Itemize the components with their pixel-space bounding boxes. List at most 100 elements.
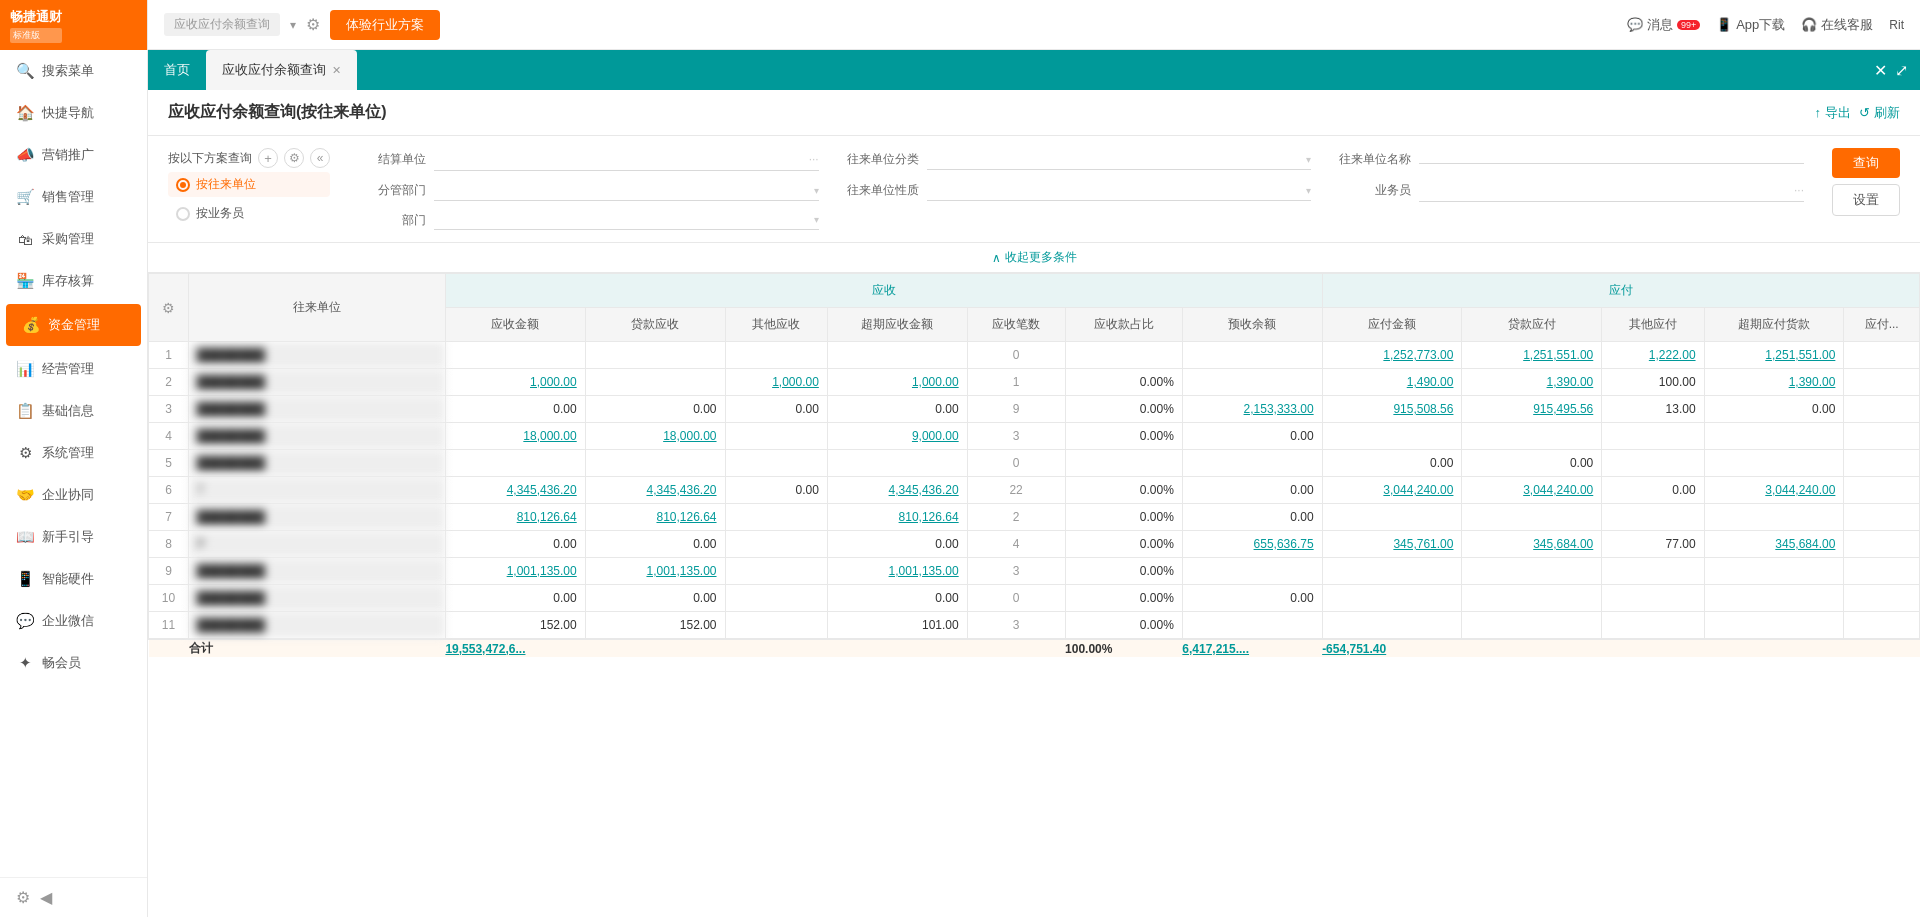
add-scheme-button[interactable]: + [258,148,278,168]
settings-button[interactable]: 设置 [1832,184,1900,216]
sidebar-settings-icon[interactable]: ⚙ [16,888,30,907]
sidebar-item-label: 智能硬件 [42,570,94,588]
topbar-user[interactable]: Rit [1889,18,1904,32]
industry-solution-button[interactable]: 体验行业方案 [330,10,440,40]
sidebar-item-search-menu[interactable]: 🔍 搜索菜单 [0,50,147,92]
dept-input[interactable]: ▾ [434,210,819,230]
row-ap_overdue[interactable]: 3,044,240.00 [1704,477,1844,504]
row-ar_loan[interactable]: 18,000.00 [585,423,725,450]
row-ar_amount[interactable]: 1,000.00 [445,369,585,396]
row-ap_overdue[interactable]: 1,390.00 [1704,369,1844,396]
row-ar_other: 0.00 [725,396,827,423]
sidebar-item-beginner[interactable]: 📖 新手引导 [0,516,147,558]
tab-expand-button[interactable]: ⤢ [1895,61,1908,80]
row-ar_amount[interactable]: 18,000.00 [445,423,585,450]
collapse-more-conditions[interactable]: ∧ 收起更多条件 [148,243,1920,273]
topbar-message[interactable]: 💬 消息 99+ [1627,16,1700,34]
sidebar-item-vip[interactable]: ✦ 畅会员 [0,642,147,684]
row-ar_prepay[interactable]: 655,636.75 [1182,531,1322,558]
refresh-button[interactable]: ↺ 刷新 [1859,104,1900,122]
footer-ap-amount[interactable]: -654,751.40 [1322,639,1462,657]
collapse-scheme-button[interactable]: « [310,148,330,168]
row-ar_prepay[interactable]: 2,153,333.00 [1182,396,1322,423]
row-ar_overdue[interactable]: 810,126.64 [827,504,967,531]
row-ar_other: 0.00 [725,477,827,504]
sidebar-item-label: 新手引导 [42,528,94,546]
row-ar_overdue[interactable]: 4,345,436.20 [827,477,967,504]
row-ap_amount[interactable]: 3,044,240.00 [1322,477,1462,504]
row-ap_loan[interactable]: 1,251,551.00 [1462,342,1602,369]
row-ap_loan[interactable]: 1,390.00 [1462,369,1602,396]
sidebar-item-enterprise-wechat[interactable]: 💬 企业微信 [0,600,147,642]
row-ar_prepay [1182,450,1322,477]
row-ap_loan[interactable]: 915,495.56 [1462,396,1602,423]
sales-icon: 🛒 [16,188,34,206]
tab-close-icon[interactable]: ✕ [332,64,341,77]
tab-home[interactable]: 首页 [148,50,206,90]
sidebar-collapse-icon[interactable]: ◀ [40,888,52,907]
row-number: 1 [149,342,189,369]
row-ar_loan[interactable]: 810,126.64 [585,504,725,531]
sidebar-item-basic-info[interactable]: 📋 基础信息 [0,390,147,432]
tab-close-window-button[interactable]: ✕ [1874,61,1887,80]
row-ap_loan[interactable]: 345,684.00 [1462,531,1602,558]
row-ap_amount[interactable]: 1,252,773.00 [1322,342,1462,369]
row-ap_other: 13.00 [1602,396,1704,423]
customer-category-input[interactable]: ▾ [927,150,1312,170]
row-ap_amount[interactable]: 1,490.00 [1322,369,1462,396]
sidebar-item-enterprise-collab[interactable]: 🤝 企业协同 [0,474,147,516]
footer-ar-amount[interactable]: 19,553,472,6... [445,639,585,657]
search-mode-by-salesman[interactable]: 按业务员 [168,201,330,226]
tab-ar-ap-query[interactable]: 应收应付余额查询 ✕ [206,50,357,90]
row-ar_amount[interactable]: 810,126.64 [445,504,585,531]
scheme-settings-button[interactable]: ⚙ [284,148,304,168]
row-ap_loan[interactable]: 3,044,240.00 [1462,477,1602,504]
row-ar_amount[interactable]: 1,001,135.00 [445,558,585,585]
export-button[interactable]: ↑ 导出 [1815,104,1852,122]
customer-nature-input[interactable]: ▾ [927,181,1312,201]
row-ap_amount[interactable]: 915,508.56 [1322,396,1462,423]
row-ar_overdue[interactable]: 9,000.00 [827,423,967,450]
sidebar-item-system[interactable]: ⚙ 系统管理 [0,432,147,474]
topbar-online-service[interactable]: 🎧 在线客服 [1801,16,1873,34]
sidebar-item-marketing[interactable]: 📣 营销推广 [0,134,147,176]
row-ar_count: 2 [967,504,1065,531]
search-field-customer-category: 往来单位分类 ▾ [839,148,1312,171]
dept-manager-input[interactable]: ▾ [434,181,819,201]
topbar: 应收应付余额查询 ▾ ⚙ 体验行业方案 💬 消息 99+ 📱 App下载 🎧 在… [148,0,1920,50]
row-ap_other[interactable]: 1,222.00 [1602,342,1704,369]
sidebar-item-quick-nav[interactable]: 🏠 快捷导航 [0,92,147,134]
footer-ap-loan [1462,639,1602,657]
sidebar-item-inventory[interactable]: 🏪 库存核算 [0,260,147,302]
row-ar_loan[interactable]: 1,001,135.00 [585,558,725,585]
row-ap_overdue[interactable]: 1,251,551.00 [1704,342,1844,369]
row-customer: ████████ [189,450,446,477]
row-ar_overdue[interactable]: 1,000.00 [827,369,967,396]
table-settings-icon[interactable]: ⚙ [162,300,175,316]
query-button[interactable]: 查询 [1832,148,1900,178]
th-settings[interactable]: ⚙ [149,274,189,342]
salesman-input[interactable]: ··· [1419,179,1804,202]
topbar-gear-icon[interactable]: ⚙ [306,15,320,34]
settlement-unit-input[interactable]: ··· [434,148,819,171]
search-mode-by-customer[interactable]: 按往来单位 [168,172,330,197]
row-ar_loan: 0.00 [585,396,725,423]
sidebar-item-sales[interactable]: 🛒 销售管理 [0,176,147,218]
row-ar_other [725,558,827,585]
sidebar-item-finance[interactable]: 💰 资金管理 [6,304,141,346]
row-ar_count: 4 [967,531,1065,558]
row-ar_loan[interactable]: 4,345,436.20 [585,477,725,504]
footer-ar-prepay[interactable]: 6,417,215.... [1182,639,1322,657]
topbar-app-download[interactable]: 📱 App下载 [1716,16,1785,34]
sidebar-item-label: 畅会员 [42,654,81,672]
sidebar-item-smart-hardware[interactable]: 📱 智能硬件 [0,558,147,600]
sidebar-item-operations[interactable]: 📊 经营管理 [0,348,147,390]
customer-name-input[interactable] [1419,155,1804,164]
row-ap_amount[interactable]: 345,761.00 [1322,531,1462,558]
row-ar_other[interactable]: 1,000.00 [725,369,827,396]
row-ar_overdue[interactable]: 1,001,135.00 [827,558,967,585]
purchase-icon: 🛍 [16,231,34,248]
row-ar_amount[interactable]: 4,345,436.20 [445,477,585,504]
row-ap_overdue[interactable]: 345,684.00 [1704,531,1844,558]
sidebar-item-purchase[interactable]: 🛍 采购管理 [0,218,147,260]
